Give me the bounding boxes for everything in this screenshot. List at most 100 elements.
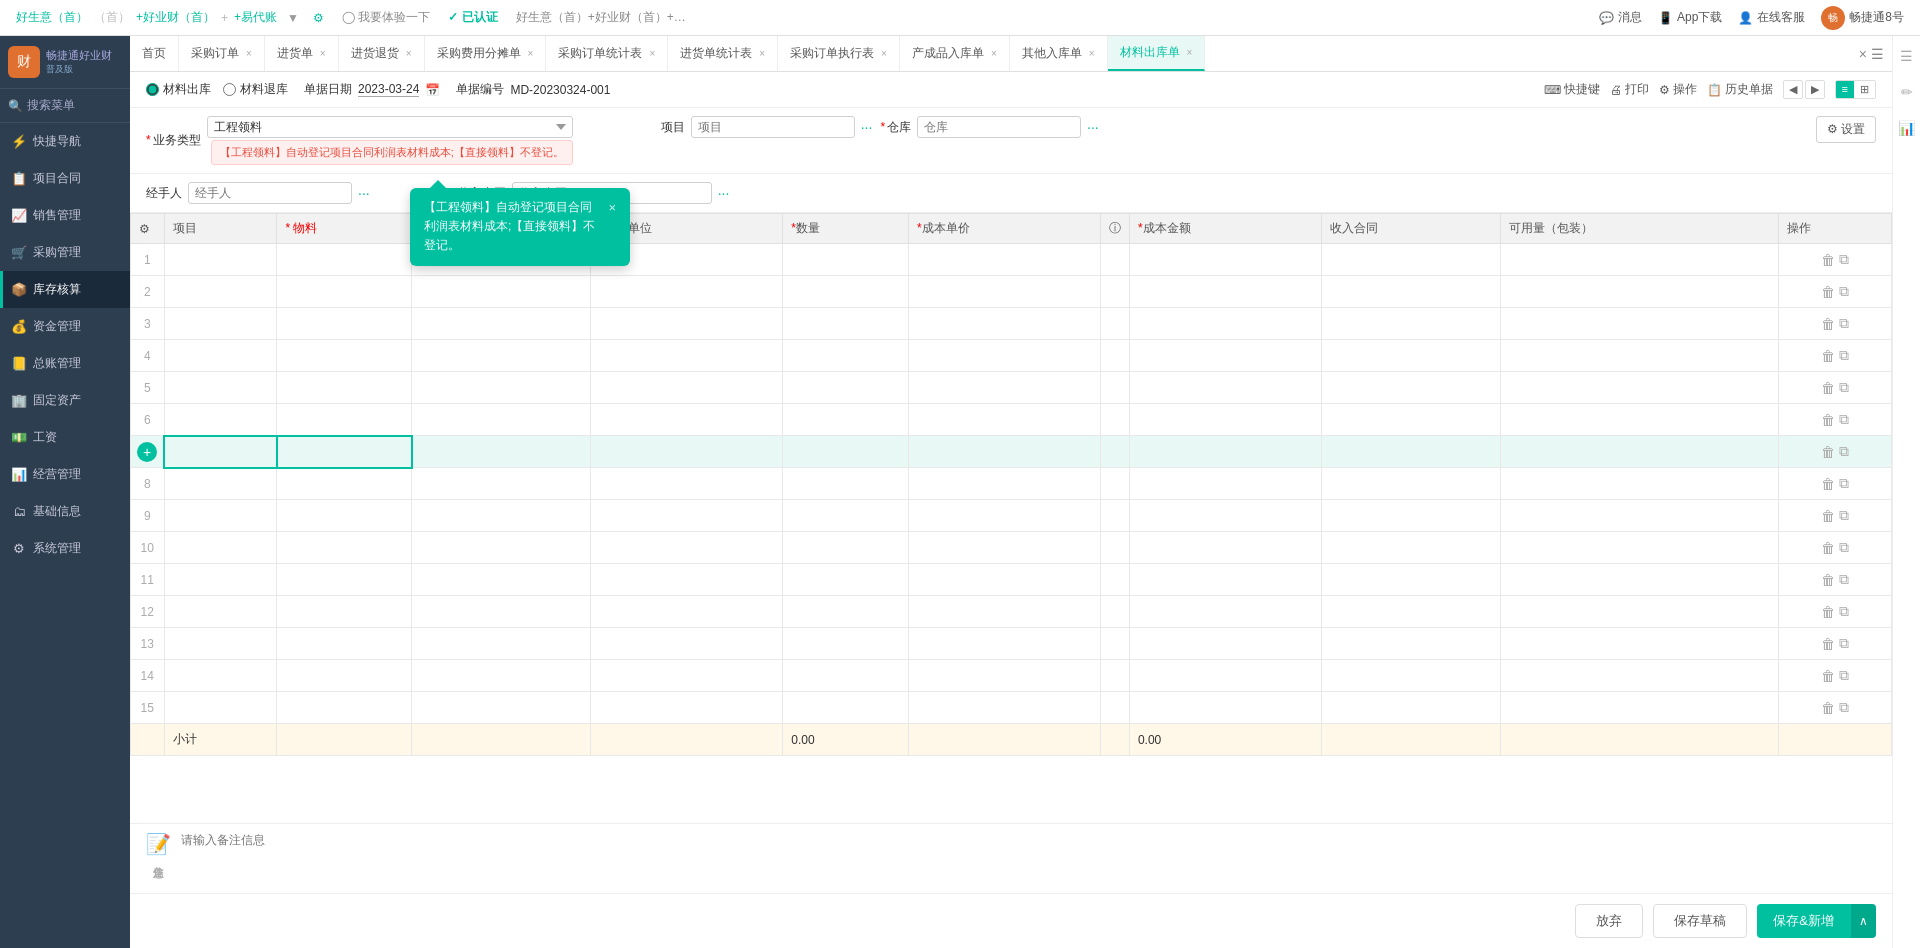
cell-qty-1[interactable] <box>783 244 909 276</box>
msg-btn[interactable]: 💬 消息 <box>1599 9 1642 26</box>
delete-icon-9[interactable]: 🗑 <box>1821 508 1835 524</box>
view-grid-btn[interactable]: ⊞ <box>1854 81 1875 98</box>
top-app-yidaizhang[interactable]: +易代账 <box>234 9 277 26</box>
copy-icon-5[interactable]: ⧉ <box>1839 379 1849 396</box>
delete-icon-14[interactable]: 🗑 <box>1821 668 1835 684</box>
delete-icon-15[interactable]: 🗑 <box>1821 700 1835 716</box>
delete-icon-6[interactable]: 🗑 <box>1821 412 1835 428</box>
copy-icon-1[interactable]: ⧉ <box>1839 251 1849 268</box>
sidebar-search-btn[interactable]: 🔍 搜索菜单 <box>0 89 130 123</box>
tab-product-in[interactable]: 产成品入库单× <box>900 36 1010 71</box>
save-draft-btn[interactable]: 保存草稿 <box>1653 904 1747 938</box>
top-app-haoshengyi[interactable]: 好生意（首） <box>16 9 88 26</box>
prev-btn[interactable]: ◀ <box>1783 80 1803 99</box>
tab-menu-btn[interactable]: ☰ <box>1871 46 1884 62</box>
delete-icon-2[interactable]: 🗑 <box>1821 284 1835 300</box>
tab-in-stat-close[interactable]: × <box>759 48 765 59</box>
more-apps[interactable]: 好生意（首）+好业财（首）+… <box>516 9 686 26</box>
copy-icon-2[interactable]: ⧉ <box>1839 283 1849 300</box>
biz-type-select[interactable]: 工程领料 <box>207 116 573 138</box>
sidebar-item-assets[interactable]: 🏢 固定资产 <box>0 382 130 419</box>
tab-purchase-order[interactable]: 采购订单× <box>179 36 265 71</box>
sidebar-item-purchase[interactable]: 🛒 采购管理 <box>0 234 130 271</box>
sidebar-item-inventory[interactable]: 📦 库存核算 <box>0 271 130 308</box>
warehouse-input[interactable] <box>917 116 1081 138</box>
tab-purchase-stat[interactable]: 采购订单统计表× <box>546 36 668 71</box>
tab-order-exec-close[interactable]: × <box>881 48 887 59</box>
app-dl-btn[interactable]: 📱 App下载 <box>1658 9 1722 26</box>
tab-home[interactable]: 首页 <box>130 36 179 71</box>
radio-out[interactable]: 材料出库 <box>146 81 211 98</box>
tab-purchase-return[interactable]: 进货退货× <box>339 36 425 71</box>
sidebar-item-salary[interactable]: 💵 工资 <box>0 419 130 456</box>
rs-icon-2[interactable]: ✏ <box>1897 80 1917 104</box>
delete-icon-8[interactable]: 🗑 <box>1821 476 1835 492</box>
project-input[interactable] <box>691 116 855 138</box>
project-dots[interactable]: ··· <box>861 119 873 135</box>
delete-icon-7[interactable]: 🗑 <box>1821 444 1835 460</box>
sidebar-item-quick-nav[interactable]: ⚡ 快捷导航 <box>0 123 130 160</box>
delete-icon-12[interactable]: 🗑 <box>1821 604 1835 620</box>
quick-key-btn[interactable]: ⌨ 快捷键 <box>1544 81 1600 98</box>
print-btn[interactable]: 🖨 打印 <box>1610 81 1649 98</box>
settings-btn[interactable]: ⚙ 设置 <box>1816 116 1876 143</box>
delete-icon-11[interactable]: 🗑 <box>1821 572 1835 588</box>
add-row-btn[interactable]: + <box>137 442 157 462</box>
copy-icon-6[interactable]: ⧉ <box>1839 411 1849 428</box>
save-new-arrow-btn[interactable]: ∧ <box>1850 904 1876 938</box>
tab-purchase-fee[interactable]: 采购费用分摊单× <box>425 36 547 71</box>
copy-icon-3[interactable]: ⧉ <box>1839 315 1849 332</box>
sidebar-item-accounting[interactable]: 📒 总账管理 <box>0 345 130 382</box>
cell-project-1[interactable] <box>164 244 277 276</box>
tab-purchase-order-close[interactable]: × <box>246 48 252 59</box>
rs-icon-1[interactable]: ☰ <box>1896 44 1917 68</box>
tab-other-in-close[interactable]: × <box>1089 48 1095 59</box>
tab-purchase-in[interactable]: 进货单× <box>265 36 339 71</box>
delete-icon-5[interactable]: 🗑 <box>1821 380 1835 396</box>
tab-other-in[interactable]: 其他入库单× <box>1010 36 1108 71</box>
try-label[interactable]: ◯ 我要体验一下 <box>342 9 430 26</box>
tab-in-stat[interactable]: 进货单统计表× <box>668 36 778 71</box>
note-textarea[interactable] <box>181 832 1876 882</box>
close-tab-btn[interactable]: × <box>1859 46 1867 62</box>
radio-return-input[interactable] <box>223 83 236 96</box>
delete-icon-1[interactable]: 🗑 <box>1821 252 1835 268</box>
copy-icon-15[interactable]: ⧉ <box>1839 699 1849 716</box>
tab-order-exec[interactable]: 采购订单执行表× <box>778 36 900 71</box>
date-value[interactable]: 2023-03-24 <box>358 82 419 97</box>
tab-product-in-close[interactable]: × <box>991 48 997 59</box>
copy-icon-14[interactable]: ⧉ <box>1839 667 1849 684</box>
delete-icon-13[interactable]: 🗑 <box>1821 636 1835 652</box>
view-list-btn[interactable]: ≡ <box>1836 81 1854 98</box>
copy-icon-9[interactable]: ⧉ <box>1839 507 1849 524</box>
warehouse-dots[interactable]: ··· <box>1087 119 1099 135</box>
copy-icon-8[interactable]: ⧉ <box>1839 475 1849 492</box>
copy-icon-13[interactable]: ⧉ <box>1839 635 1849 652</box>
user-avatar-btn[interactable]: 畅 畅捷通8号 <box>1821 6 1904 30</box>
top-app-haoyecai[interactable]: +好业财（首） <box>136 9 215 26</box>
tab-purchase-fee-close[interactable]: × <box>528 48 534 59</box>
history-btn[interactable]: 📋 历史单据 <box>1707 81 1773 98</box>
delete-icon-3[interactable]: 🗑 <box>1821 316 1835 332</box>
cell-cost-price-1[interactable] <box>909 244 1101 276</box>
top-apps-dropdown[interactable]: ▼ <box>287 11 299 25</box>
income-contract-dots[interactable]: ··· <box>718 185 730 201</box>
handler-dots[interactable]: ··· <box>358 185 370 201</box>
delete-icon-4[interactable]: 🗑 <box>1821 348 1835 364</box>
tab-purchase-stat-close[interactable]: × <box>649 48 655 59</box>
sidebar-item-finance[interactable]: 💰 资金管理 <box>0 308 130 345</box>
copy-icon-12[interactable]: ⧉ <box>1839 603 1849 620</box>
next-btn[interactable]: ▶ <box>1805 80 1825 99</box>
calendar-icon[interactable]: 📅 <box>425 83 440 97</box>
settings-gear[interactable]: ⚙ <box>313 11 324 25</box>
tab-purchase-return-close[interactable]: × <box>406 48 412 59</box>
sidebar-item-system[interactable]: ⚙ 系统管理 <box>0 530 130 567</box>
cell-material-1[interactable] <box>277 244 412 276</box>
col-header-settings[interactable]: ⚙ <box>131 214 165 244</box>
handler-input[interactable] <box>188 182 352 204</box>
copy-icon-10[interactable]: ⧉ <box>1839 539 1849 556</box>
tab-material-out-close[interactable]: × <box>1187 47 1193 58</box>
tooltip-close[interactable]: × <box>608 198 616 219</box>
copy-icon-7[interactable]: ⧉ <box>1839 443 1849 460</box>
sidebar-item-operation[interactable]: 📊 经营管理 <box>0 456 130 493</box>
